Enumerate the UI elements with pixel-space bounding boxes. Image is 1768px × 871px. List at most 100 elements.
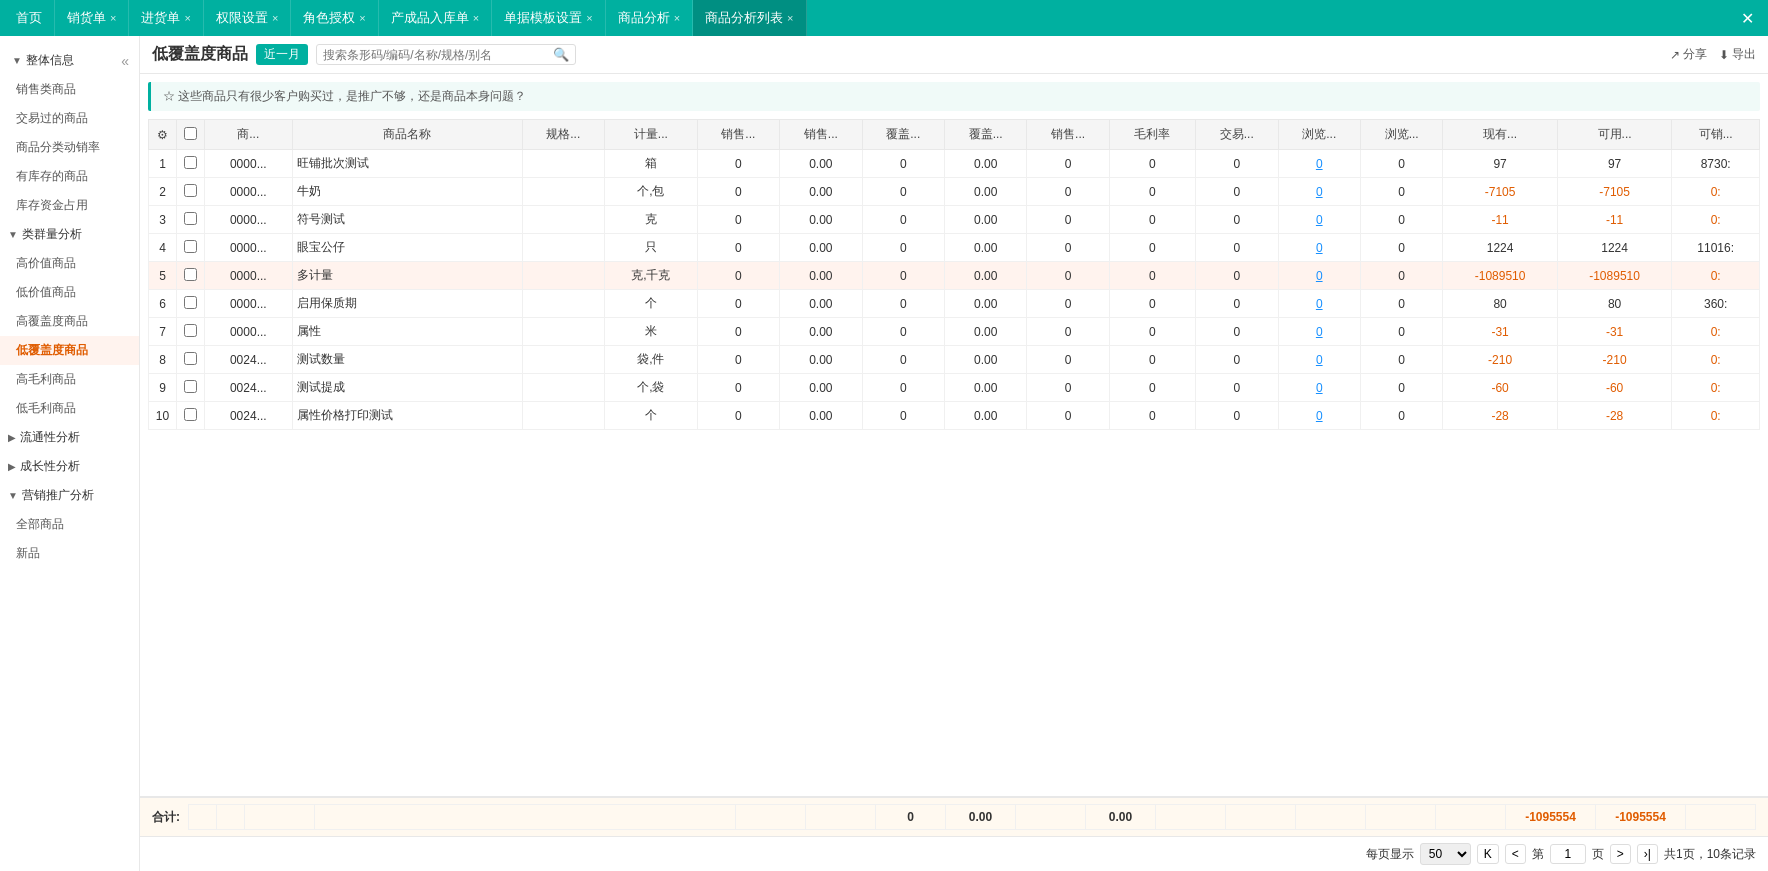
sidebar-item-capital-occupy[interactable]: 库存资金占用 — [0, 191, 139, 220]
next-page-button[interactable]: > — [1610, 844, 1631, 864]
row-code: 0000... — [205, 318, 293, 346]
row-checkbox-cell[interactable] — [177, 262, 205, 290]
col-settings[interactable]: ⚙ — [149, 120, 177, 150]
row-checkbox-cell[interactable] — [177, 206, 205, 234]
nav-template-settings[interactable]: 单据模板设置 × — [492, 0, 605, 36]
col-sales-amt[interactable]: 销售... — [780, 120, 862, 150]
nav-role-auth[interactable]: 角色授权 × — [291, 0, 378, 36]
row-views1[interactable]: 0 — [1278, 178, 1360, 206]
row-checkbox-cell[interactable] — [177, 318, 205, 346]
col-sales-qty[interactable]: 销售... — [697, 120, 779, 150]
row-checkbox[interactable] — [184, 212, 197, 225]
row-checkbox-cell[interactable] — [177, 402, 205, 430]
row-checkbox[interactable] — [184, 324, 197, 337]
col-available-stock[interactable]: 可用... — [1557, 120, 1671, 150]
period-button[interactable]: 近一月 — [256, 44, 308, 65]
sidebar-group-marketing[interactable]: ▼ 营销推广分析 — [0, 481, 139, 510]
col-sales-rate[interactable]: 销售... — [1027, 120, 1109, 150]
nav-close-template-settings[interactable]: × — [586, 12, 592, 24]
sidebar-group-overview[interactable]: ▼ 整体信息 — [4, 46, 82, 75]
col-checkbox[interactable] — [177, 120, 205, 150]
row-checkbox[interactable] — [184, 240, 197, 253]
select-all-checkbox[interactable] — [184, 127, 197, 140]
nav-close-permission-settings[interactable]: × — [272, 12, 278, 24]
prev-page-button[interactable]: < — [1505, 844, 1526, 864]
sidebar-item-low-gross[interactable]: 低毛利商品 — [0, 394, 139, 423]
sidebar-item-low-value[interactable]: 低价值商品 — [0, 278, 139, 307]
nav-close-role-auth[interactable]: × — [359, 12, 365, 24]
nav-close-product-warehouse[interactable]: × — [473, 12, 479, 24]
row-checkbox[interactable] — [184, 296, 197, 309]
col-gross-margin[interactable]: 毛利率 — [1109, 120, 1195, 150]
last-page-button[interactable]: ›| — [1637, 844, 1658, 864]
col-spec[interactable]: 规格... — [522, 120, 604, 150]
nav-product-analysis[interactable]: 商品分析 × — [606, 0, 693, 36]
row-checkbox[interactable] — [184, 184, 197, 197]
nav-home[interactable]: 首页 — [4, 0, 55, 36]
col-unit[interactable]: 计量... — [605, 120, 698, 150]
sidebar-item-category-rate[interactable]: 商品分类动销率 — [0, 133, 139, 162]
sidebar-item-high-coverage[interactable]: 高覆盖度商品 — [0, 307, 139, 336]
search-icon[interactable]: 🔍 — [553, 47, 569, 62]
nav-product-analysis-list[interactable]: 商品分析列表 × — [693, 0, 806, 36]
first-page-button[interactable]: K — [1477, 844, 1499, 864]
col-code[interactable]: 商... — [205, 120, 293, 150]
sidebar-item-traded-products[interactable]: 交易过的商品 — [0, 104, 139, 133]
row-cov1: 0 — [862, 234, 944, 262]
row-views1[interactable]: 0 — [1278, 262, 1360, 290]
sidebar-collapse-btn[interactable]: « — [121, 53, 135, 69]
row-checkbox[interactable] — [184, 380, 197, 393]
sidebar-item-low-coverage[interactable]: 低覆盖度商品 — [0, 336, 139, 365]
col-current-stock[interactable]: 现有... — [1443, 120, 1557, 150]
nav-close-purchase-order[interactable]: × — [184, 12, 190, 24]
row-checkbox[interactable] — [184, 408, 197, 421]
nav-close-sales-order[interactable]: × — [110, 12, 116, 24]
row-no: 6 — [149, 290, 177, 318]
col-views2[interactable]: 浏览... — [1360, 120, 1442, 150]
window-close-button[interactable]: ✕ — [1731, 9, 1764, 28]
row-views1[interactable]: 0 — [1278, 402, 1360, 430]
sidebar-item-high-value[interactable]: 高价值商品 — [0, 249, 139, 278]
row-checkbox[interactable] — [184, 268, 197, 281]
nav-permission-settings[interactable]: 权限设置 × — [204, 0, 291, 36]
export-button[interactable]: ⬇ 导出 — [1719, 46, 1756, 63]
row-checkbox-cell[interactable] — [177, 290, 205, 318]
sidebar-item-all-products[interactable]: 全部商品 — [0, 510, 139, 539]
col-name[interactable]: 商品名称 — [292, 120, 522, 150]
row-views1[interactable]: 0 — [1278, 206, 1360, 234]
sidebar-group-liquidity[interactable]: ▶ 流通性分析 — [0, 423, 139, 452]
col-views1[interactable]: 浏览... — [1278, 120, 1360, 150]
col-sellable[interactable]: 可销... — [1672, 120, 1760, 150]
row-checkbox-cell[interactable] — [177, 178, 205, 206]
nav-close-product-analysis[interactable]: × — [674, 12, 680, 24]
row-checkbox[interactable] — [184, 156, 197, 169]
row-checkbox-cell[interactable] — [177, 150, 205, 178]
sidebar-item-high-gross[interactable]: 高毛利商品 — [0, 365, 139, 394]
row-views1[interactable]: 0 — [1278, 150, 1360, 178]
row-views1[interactable]: 0 — [1278, 290, 1360, 318]
row-views1[interactable]: 0 — [1278, 374, 1360, 402]
col-transactions[interactable]: 交易... — [1196, 120, 1278, 150]
row-views1[interactable]: 0 — [1278, 318, 1360, 346]
share-button[interactable]: ↗ 分享 — [1670, 46, 1707, 63]
row-checkbox[interactable] — [184, 352, 197, 365]
col-coverage2[interactable]: 覆盖... — [944, 120, 1026, 150]
sidebar-item-sales-products[interactable]: 销售类商品 — [0, 75, 139, 104]
page-number-input[interactable] — [1550, 844, 1586, 864]
row-checkbox-cell[interactable] — [177, 374, 205, 402]
row-checkbox-cell[interactable] — [177, 346, 205, 374]
nav-product-warehouse[interactable]: 产成品入库单 × — [379, 0, 492, 36]
page-size-select[interactable]: 50 100 200 — [1420, 843, 1471, 865]
sidebar-item-stocked-products[interactable]: 有库存的商品 — [0, 162, 139, 191]
row-checkbox-cell[interactable] — [177, 234, 205, 262]
sidebar-item-new-products[interactable]: 新品 — [0, 539, 139, 568]
col-coverage1[interactable]: 覆盖... — [862, 120, 944, 150]
sidebar-group-cluster[interactable]: ▼ 类群量分析 — [0, 220, 139, 249]
nav-close-product-analysis-list[interactable]: × — [787, 12, 793, 24]
nav-sales-order[interactable]: 销货单 × — [55, 0, 129, 36]
search-input[interactable] — [323, 48, 553, 62]
row-views1[interactable]: 0 — [1278, 234, 1360, 262]
nav-purchase-order[interactable]: 进货单 × — [129, 0, 203, 36]
row-views1[interactable]: 0 — [1278, 346, 1360, 374]
sidebar-group-growth[interactable]: ▶ 成长性分析 — [0, 452, 139, 481]
